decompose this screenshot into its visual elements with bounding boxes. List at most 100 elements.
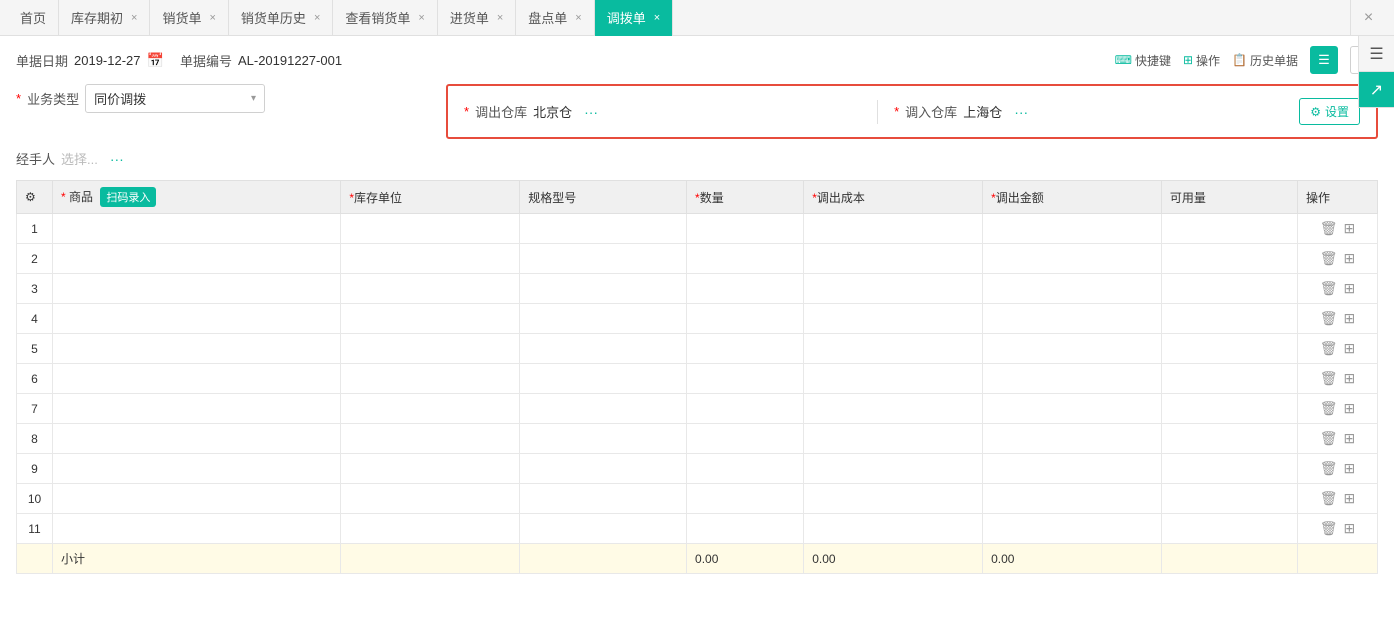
product-cell[interactable] <box>53 454 341 484</box>
date-value[interactable]: 2019-12-27 <box>74 53 141 68</box>
product-cell[interactable] <box>53 364 341 394</box>
window-close-button[interactable]: × <box>1350 0 1386 36</box>
delete-icon[interactable]: 🗑 <box>1317 489 1341 507</box>
delete-icon[interactable]: 🗑 <box>1317 249 1341 267</box>
sidebar-list-icon[interactable]: ☰ <box>1359 36 1394 72</box>
cost-cell[interactable] <box>804 394 983 424</box>
unit-cell[interactable] <box>341 244 520 274</box>
amount-cell[interactable] <box>983 244 1162 274</box>
sidebar-export-icon[interactable]: ↗ <box>1359 72 1394 108</box>
tab-inventory-count[interactable]: 盘点单 × <box>516 0 594 36</box>
cost-cell[interactable] <box>804 484 983 514</box>
tab-transfer[interactable]: 调拨单 × <box>595 0 673 36</box>
copy-icon[interactable]: ⊞ <box>1341 489 1359 507</box>
copy-icon[interactable]: ⊞ <box>1341 399 1359 417</box>
shortcuts-link[interactable]: ⌨ 快捷键 <box>1115 52 1171 69</box>
product-cell[interactable] <box>53 394 341 424</box>
product-cell[interactable] <box>53 274 341 304</box>
business-type-select[interactable]: 同价调拨 ▾ <box>85 84 265 113</box>
cost-cell[interactable] <box>804 514 983 544</box>
amount-cell[interactable] <box>983 484 1162 514</box>
manager-dots[interactable]: ··· <box>110 151 124 167</box>
unit-cell[interactable] <box>341 454 520 484</box>
cost-cell[interactable] <box>804 274 983 304</box>
quantity-cell[interactable] <box>687 394 804 424</box>
spec-cell[interactable] <box>520 424 687 454</box>
unit-cell[interactable] <box>341 304 520 334</box>
in-warehouse-dots[interactable]: ··· <box>1014 104 1028 120</box>
quantity-cell[interactable] <box>687 454 804 484</box>
spec-cell[interactable] <box>520 304 687 334</box>
tab-purchase-order[interactable]: 进货单 × <box>438 0 516 36</box>
quantity-cell[interactable] <box>687 364 804 394</box>
amount-cell[interactable] <box>983 454 1162 484</box>
quantity-cell[interactable] <box>687 304 804 334</box>
copy-icon[interactable]: ⊞ <box>1341 309 1359 327</box>
quantity-cell[interactable] <box>687 424 804 454</box>
amount-cell[interactable] <box>983 334 1162 364</box>
copy-icon[interactable]: ⊞ <box>1341 429 1359 447</box>
tab-transfer-close[interactable]: × <box>654 12 660 24</box>
cost-cell[interactable] <box>804 244 983 274</box>
amount-cell[interactable] <box>983 274 1162 304</box>
delete-icon[interactable]: 🗑 <box>1317 459 1341 477</box>
out-warehouse-dots[interactable]: ··· <box>584 104 598 120</box>
manager-select[interactable]: 选择... <box>61 149 98 168</box>
tab-home[interactable]: 首页 <box>8 0 59 36</box>
tab-inventory-init[interactable]: 库存期初 × <box>59 0 150 36</box>
delete-icon[interactable]: 🗑 <box>1317 339 1341 357</box>
cost-cell[interactable] <box>804 424 983 454</box>
delete-icon[interactable]: 🗑 <box>1317 429 1341 447</box>
tab-sales-history-close[interactable]: × <box>314 12 320 24</box>
product-cell[interactable] <box>53 484 341 514</box>
cost-cell[interactable] <box>804 304 983 334</box>
delete-icon[interactable]: 🗑 <box>1317 519 1341 537</box>
amount-cell[interactable] <box>983 514 1162 544</box>
tab-inventory-init-close[interactable]: × <box>131 12 137 24</box>
product-cell[interactable] <box>53 304 341 334</box>
spec-cell[interactable] <box>520 214 687 244</box>
unit-cell[interactable] <box>341 394 520 424</box>
copy-icon[interactable]: ⊞ <box>1341 459 1359 477</box>
col-gear[interactable]: ⚙ <box>17 181 53 214</box>
history-link[interactable]: 📋 历史单据 <box>1232 52 1298 69</box>
spec-cell[interactable] <box>520 274 687 304</box>
scan-input-button[interactable]: 扫码录入 <box>100 187 156 207</box>
unit-cell[interactable] <box>341 334 520 364</box>
unit-cell[interactable] <box>341 424 520 454</box>
delete-icon[interactable]: 🗑 <box>1317 369 1341 387</box>
quantity-cell[interactable] <box>687 334 804 364</box>
tab-view-sales-close[interactable]: × <box>418 12 424 24</box>
product-cell[interactable] <box>53 244 341 274</box>
spec-cell[interactable] <box>520 454 687 484</box>
operations-link[interactable]: ⊞ 操作 <box>1183 52 1220 69</box>
cost-cell[interactable] <box>804 214 983 244</box>
quantity-cell[interactable] <box>687 274 804 304</box>
spec-cell[interactable] <box>520 334 687 364</box>
tab-purchase-order-close[interactable]: × <box>497 12 503 24</box>
tab-sales-order-close[interactable]: × <box>209 12 215 24</box>
spec-cell[interactable] <box>520 394 687 424</box>
copy-icon[interactable]: ⊞ <box>1341 339 1359 357</box>
spec-cell[interactable] <box>520 514 687 544</box>
quantity-cell[interactable] <box>687 214 804 244</box>
spec-cell[interactable] <box>520 244 687 274</box>
unit-cell[interactable] <box>341 514 520 544</box>
delete-icon[interactable]: 🗑 <box>1317 309 1341 327</box>
unit-cell[interactable] <box>341 484 520 514</box>
amount-cell[interactable] <box>983 424 1162 454</box>
spec-cell[interactable] <box>520 364 687 394</box>
copy-icon[interactable]: ⊞ <box>1341 219 1359 237</box>
tab-inventory-count-close[interactable]: × <box>575 12 581 24</box>
product-cell[interactable] <box>53 214 341 244</box>
copy-icon[interactable]: ⊞ <box>1341 519 1359 537</box>
delete-icon[interactable]: 🗑 <box>1317 219 1341 237</box>
tab-sales-history[interactable]: 销货单历史 × <box>229 0 333 36</box>
copy-icon[interactable]: ⊞ <box>1341 279 1359 297</box>
copy-icon[interactable]: ⊞ <box>1341 249 1359 267</box>
cost-cell[interactable] <box>804 454 983 484</box>
cost-cell[interactable] <box>804 364 983 394</box>
delete-icon[interactable]: 🗑 <box>1317 279 1341 297</box>
unit-cell[interactable] <box>341 274 520 304</box>
tab-sales-order[interactable]: 销货单 × <box>150 0 228 36</box>
